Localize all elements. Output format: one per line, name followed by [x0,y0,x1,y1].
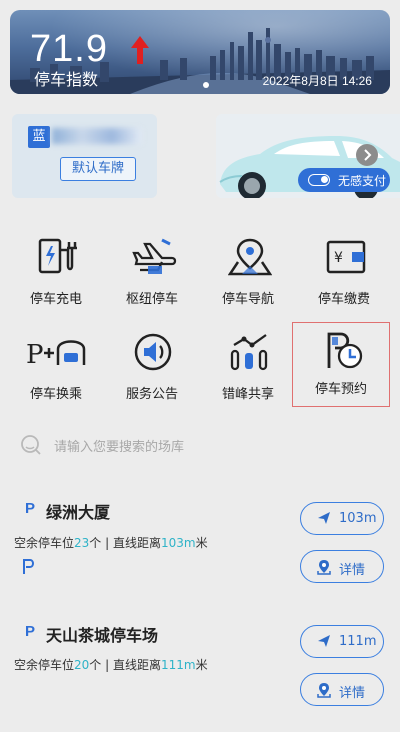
navigate-button[interactable]: 103m [300,502,384,535]
grid-park-ride[interactable]: P 停车换乘 [8,323,104,413]
navigate-distance: 111m [339,634,377,649]
detail-button[interactable]: 详情 [300,550,384,583]
parking-clock-icon [327,332,363,369]
parking-index-label: 停车指数 [34,70,99,89]
plate-number-blurred [52,128,142,144]
banner-date: 2022年8月8日 14:26 [262,74,372,88]
wallet-icon: ¥ [326,240,366,274]
airplane-icon [132,238,177,274]
grid-label: 停车缴费 [317,292,370,307]
detail-label: 详情 [339,563,366,578]
search-bar[interactable]: 请输入您要搜索的场库 [18,430,388,460]
detail-button[interactable]: 详情 [300,673,384,706]
svg-text:P: P [26,340,44,370]
lot-name[interactable]: 天山茶城停车场 [46,622,158,646]
speaker-icon [134,333,172,371]
parking-badge: P [25,623,36,640]
svg-text:¥: ¥ [334,250,343,266]
lot-info: 空余停车位23个 | 直线距离103m米 [14,536,208,550]
search-input[interactable]: 请输入您要搜索的场库 [54,436,184,455]
ev-charger-icon [38,238,77,274]
seamless-pay-toggle[interactable]: 无感支付 [298,168,390,192]
grid-navigation[interactable]: 停车导航 [200,228,296,318]
grid-payment[interactable]: ¥ 停车缴费 [296,228,392,318]
default-plate-button[interactable]: 默认车牌 [60,157,136,181]
parking-badge: P [25,500,36,517]
grid-label: 停车充电 [29,292,82,307]
grid-label: 枢纽停车 [125,292,178,307]
operator-logo-icon [23,559,34,574]
send-arrow-icon [318,512,330,524]
toggle-switch-icon [308,174,330,186]
next-chevron-icon[interactable] [356,144,378,166]
grid-ev-charging[interactable]: 停车充电 [8,228,104,318]
seamless-pay-label: 无感支付 [338,174,387,188]
grid-label: 停车导航 [221,292,274,307]
map-pin-icon [228,238,272,276]
lot-name[interactable]: 绿洲大厦 [46,499,110,523]
search-icon [21,435,41,455]
parking-index-value: 71.9 [30,28,108,70]
grid-label: 服务公告 [125,387,178,402]
detail-label: 详情 [339,686,366,701]
grid-off-peak-share[interactable]: 错峰共享 [200,323,296,413]
plate-province: 蓝 [28,126,50,148]
carousel-dot[interactable] [203,82,209,88]
navigate-distance: 103m [339,511,377,526]
grid-label: 停车换乘 [29,387,82,402]
parking-index-banner[interactable]: 71.9 停车指数 2022年8月8日 14:26 [10,10,390,94]
share-icon [230,334,268,371]
grid-announcements[interactable]: 服务公告 [104,323,200,413]
up-arrow-icon [131,36,149,64]
grid-hub-parking[interactable]: 枢纽停车 [104,228,200,318]
send-arrow-icon [318,635,330,647]
grid-reservation[interactable]: 停车预约 [292,322,390,407]
grid-label: 停车预约 [314,382,367,397]
grid-label: 错峰共享 [221,387,274,402]
park-and-ride-icon: P [26,340,86,370]
license-plate-card[interactable]: 蓝 [12,114,157,198]
lot-info: 空余停车位20个 | 直线距离111m米 [14,658,208,672]
map-pin-icon [317,683,331,698]
map-pin-icon [317,560,331,575]
navigate-button[interactable]: 111m [300,625,384,658]
